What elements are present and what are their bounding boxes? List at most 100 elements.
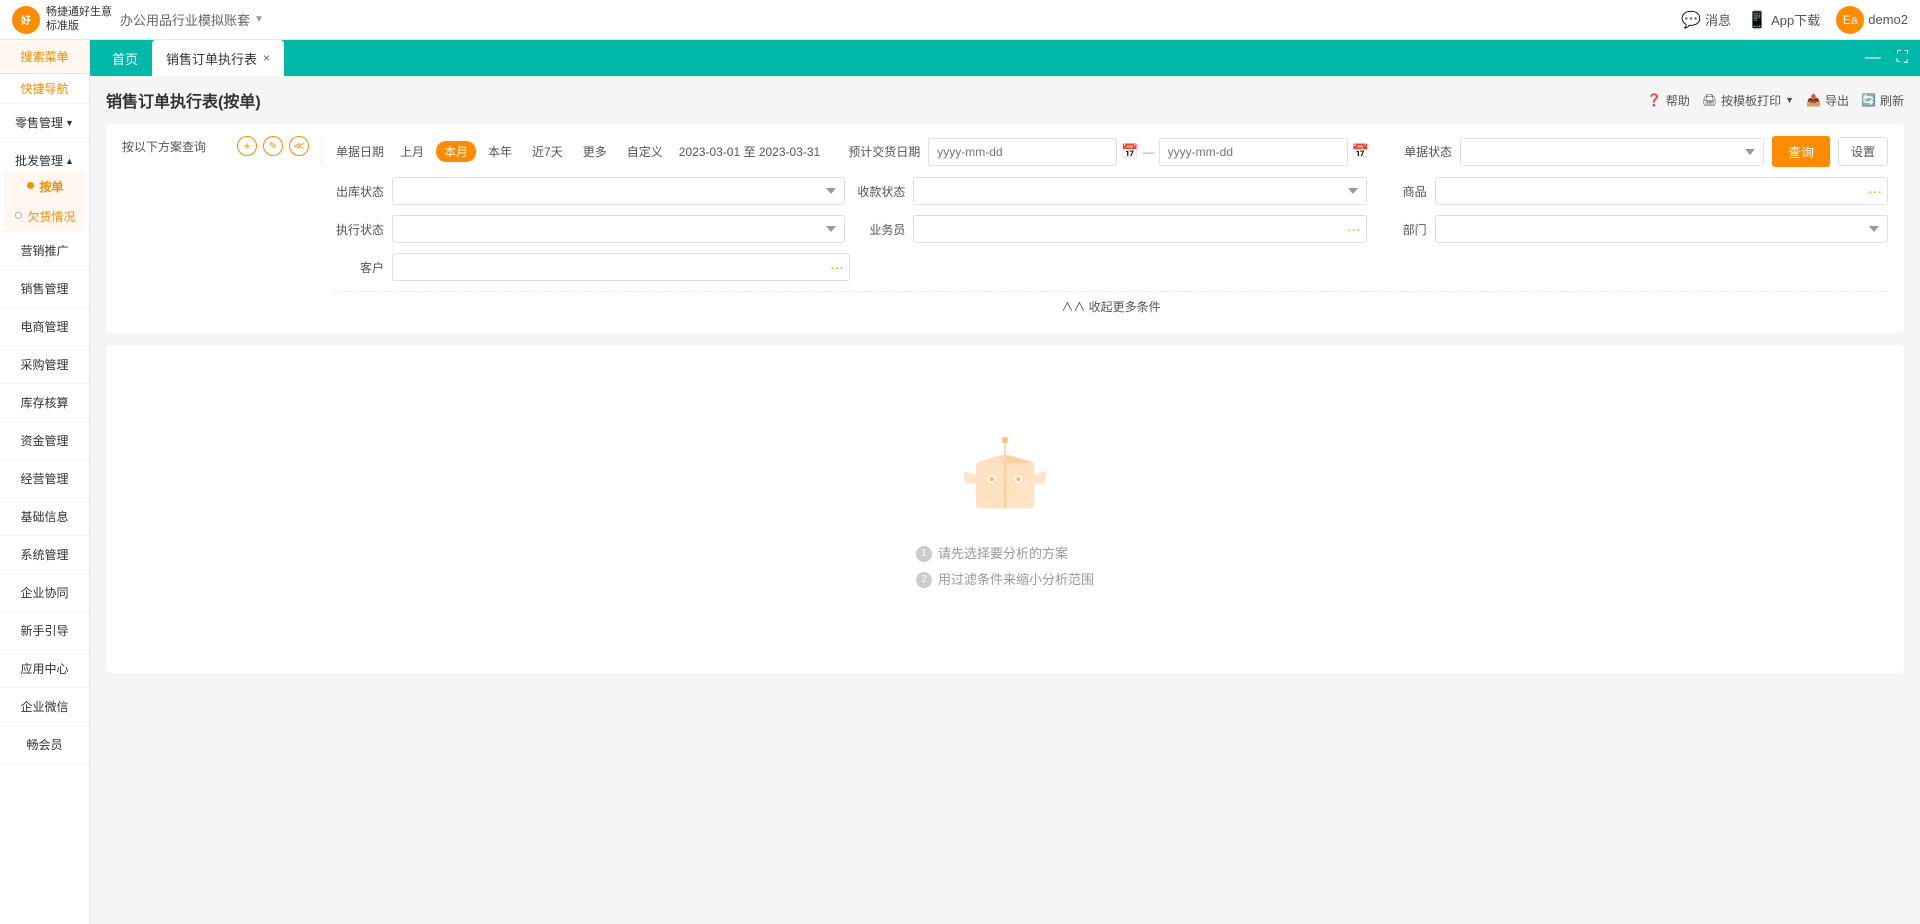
- sidebar-item-app-center[interactable]: 应用中心: [0, 650, 89, 688]
- print-icon: 🖨: [1702, 93, 1717, 107]
- date-tab-this-month[interactable]: 本月: [436, 141, 476, 162]
- filter-section: 按以下方案查询 + ✎ ≪ 单据日期 上月 本: [122, 136, 1888, 321]
- empty-state: 1 请先选择要分析的方案 2 用过滤条件来缩小分析范围: [106, 345, 1904, 673]
- date-tab-this-year[interactable]: 本年: [480, 141, 520, 162]
- status-select[interactable]: [1460, 138, 1764, 166]
- salesperson-input[interactable]: [913, 215, 1366, 243]
- filter-date-row: 单据日期 上月 本月 本年 近7天 更多 自定义 2023-03-01 至 20…: [334, 136, 1888, 167]
- outstatus-select[interactable]: [392, 177, 845, 205]
- collapse-conditions-button[interactable]: ∧∧ 收起更多条件: [334, 291, 1888, 321]
- sidebar-search[interactable]: 搜索菜单: [0, 40, 89, 74]
- customer-more-icon[interactable]: ···: [830, 259, 844, 275]
- sidebar-item-basic-info[interactable]: 基础信息: [0, 498, 89, 536]
- filter-row-4: 客户 ···: [334, 253, 1888, 281]
- department-select[interactable]: [1435, 215, 1888, 243]
- goods-input[interactable]: [1435, 177, 1888, 205]
- sidebar-item-marketing[interactable]: 营销推广: [0, 232, 89, 270]
- filter-field-outstatus: 出库状态: [334, 177, 845, 205]
- empty-tip-2: 2 用过滤条件来缩小分析范围: [916, 567, 1094, 593]
- empty-tips: 1 请先选择要分析的方案 2 用过滤条件来缩小分析范围: [916, 541, 1094, 593]
- sidebar-item-enterprise[interactable]: 企业协同: [0, 574, 89, 612]
- sidebar-item-purchase[interactable]: 采购管理: [0, 346, 89, 384]
- page-content: 销售订单执行表(按单) ❓ 帮助 🖨 按模板打印 ▼ 📤 导出: [90, 76, 1920, 924]
- filter-panel: 按以下方案查询 + ✎ ≪ 单据日期 上月 本: [106, 124, 1904, 333]
- app-download-button[interactable]: 📱 App下载: [1747, 10, 1820, 30]
- page-actions: ❓ 帮助 🖨 按模板打印 ▼ 📤 导出 🔄 刷新: [1647, 92, 1904, 109]
- sidebar-item-sales[interactable]: 销售管理: [0, 270, 89, 308]
- breadcrumb[interactable]: 办公用品行业模拟账套 ▼: [120, 10, 264, 29]
- top-bar-right: 💬 消息 📱 App下载 Ea demo2: [1681, 6, 1908, 34]
- tab-minimize-icon[interactable]: —: [1861, 49, 1885, 67]
- help-icon: ❓: [1647, 93, 1662, 107]
- edit-scheme-button[interactable]: ✎: [263, 136, 283, 156]
- sidebar-item-member[interactable]: 畅会员: [0, 726, 89, 764]
- customer-input[interactable]: [392, 253, 850, 281]
- date-tab-last-month[interactable]: 上月: [392, 141, 432, 162]
- filter-left: 按以下方案查询 + ✎ ≪: [122, 136, 322, 164]
- sidebar-sub-item-欠货情况[interactable]: ○ 欠货情况: [4, 201, 85, 231]
- sidebar-item-retail[interactable]: 零售管理 ▼: [0, 104, 89, 142]
- filter-right: 单据日期 上月 本月 本年 近7天 更多 自定义 2023-03-01 至 20…: [334, 136, 1888, 321]
- user-avatar[interactable]: Ea demo2: [1836, 6, 1908, 34]
- date-tab-7days[interactable]: 近7天: [524, 141, 571, 162]
- execstatus-select[interactable]: [392, 215, 845, 243]
- collection-select[interactable]: [913, 177, 1366, 205]
- tab-bar-actions: — ⛶: [1861, 49, 1912, 67]
- sidebar-item-finance[interactable]: 资金管理: [0, 422, 89, 460]
- chevron-down-icon: ▼: [65, 118, 74, 128]
- salesperson-more-icon[interactable]: ···: [1347, 221, 1361, 237]
- sidebar: 搜索菜单 快捷导航 零售管理 ▼ 批发管理 ▲ ● 按单 ○: [0, 40, 90, 924]
- help-button[interactable]: ❓ 帮助: [1647, 92, 1690, 109]
- filter-field-goods: 商品 ···: [1377, 177, 1888, 205]
- goods-more-icon[interactable]: ···: [1868, 183, 1882, 199]
- sidebar-item-ecommerce[interactable]: 电商管理: [0, 308, 89, 346]
- refresh-button[interactable]: 🔄 刷新: [1861, 92, 1904, 109]
- collection-label: 收款状态: [855, 183, 905, 200]
- sidebar-item-system[interactable]: 系统管理: [0, 536, 89, 574]
- export-icon: 📤: [1806, 93, 1821, 107]
- page-header: 销售订单执行表(按单) ❓ 帮助 🖨 按模板打印 ▼ 📤 导出: [106, 88, 1904, 112]
- sidebar-sub-wholesale: ● 按单 ○ 欠货情况: [4, 171, 85, 231]
- top-bar-left: 好 畅捷通好生意 标准版 办公用品行业模拟账套 ▼: [12, 6, 264, 34]
- date-tab-more[interactable]: 更多: [575, 141, 615, 162]
- sidebar-sub-item-按单[interactable]: ● 按单: [4, 171, 85, 201]
- empty-tip-1: 1 请先选择要分析的方案: [916, 541, 1094, 567]
- circle-outline-icon: ○: [14, 207, 24, 225]
- query-button[interactable]: 查询: [1772, 136, 1830, 167]
- customer-label: 客户: [334, 259, 384, 276]
- tab-home[interactable]: 首页: [98, 40, 152, 76]
- settings-button[interactable]: 设置: [1838, 137, 1888, 166]
- tab-sales-order[interactable]: 销售订单执行表 ×: [152, 40, 284, 76]
- expected-date-from[interactable]: [928, 138, 1117, 166]
- tab-maximize-icon[interactable]: ⛶: [1893, 49, 1912, 67]
- date-label: 单据日期: [334, 143, 384, 160]
- chevron-up-icon: ▲: [65, 156, 74, 166]
- date-tab-custom[interactable]: 自定义: [619, 141, 671, 162]
- message-icon: 💬: [1681, 10, 1701, 30]
- message-button[interactable]: 💬 消息: [1681, 10, 1731, 30]
- calendar-from-icon[interactable]: 📅: [1121, 143, 1138, 160]
- sidebar-item-operations[interactable]: 经营管理: [0, 460, 89, 498]
- tab-bar: 首页 销售订单执行表 × — ⛶: [90, 40, 1920, 76]
- filter-field-execstatus: 执行状态: [334, 215, 845, 243]
- expected-date-range: 📅 — 📅: [928, 138, 1369, 166]
- page-title: 销售订单执行表(按单): [106, 88, 261, 112]
- expected-date-to[interactable]: [1159, 138, 1348, 166]
- logo-icon: 好: [12, 6, 40, 34]
- calendar-to-icon[interactable]: 📅: [1352, 143, 1369, 160]
- filter-field-salesperson: 业务员 ···: [855, 215, 1366, 243]
- outstatus-label: 出库状态: [334, 183, 384, 200]
- top-bar: 好 畅捷通好生意 标准版 办公用品行业模拟账套 ▼ 💬 消息 📱 App下载 E…: [0, 0, 1920, 40]
- export-button[interactable]: 📤 导出: [1806, 92, 1849, 109]
- sidebar-item-wholesale[interactable]: 批发管理 ▲ ● 按单 ○ 欠货情况: [0, 142, 89, 232]
- sidebar-item-newbie[interactable]: 新手引导: [0, 612, 89, 650]
- empty-illustration: [955, 425, 1055, 525]
- tab-close-icon[interactable]: ×: [263, 51, 270, 65]
- sidebar-quick-nav[interactable]: 快捷导航: [0, 74, 89, 104]
- sidebar-item-wechat[interactable]: 企业微信: [0, 688, 89, 726]
- status-label: 单据状态: [1397, 143, 1452, 160]
- add-scheme-button[interactable]: +: [237, 136, 257, 156]
- collapse-scheme-button[interactable]: ≪: [289, 136, 309, 156]
- sidebar-item-inventory[interactable]: 库存核算: [0, 384, 89, 422]
- template-print-button[interactable]: 🖨 按模板打印 ▼: [1702, 92, 1794, 109]
